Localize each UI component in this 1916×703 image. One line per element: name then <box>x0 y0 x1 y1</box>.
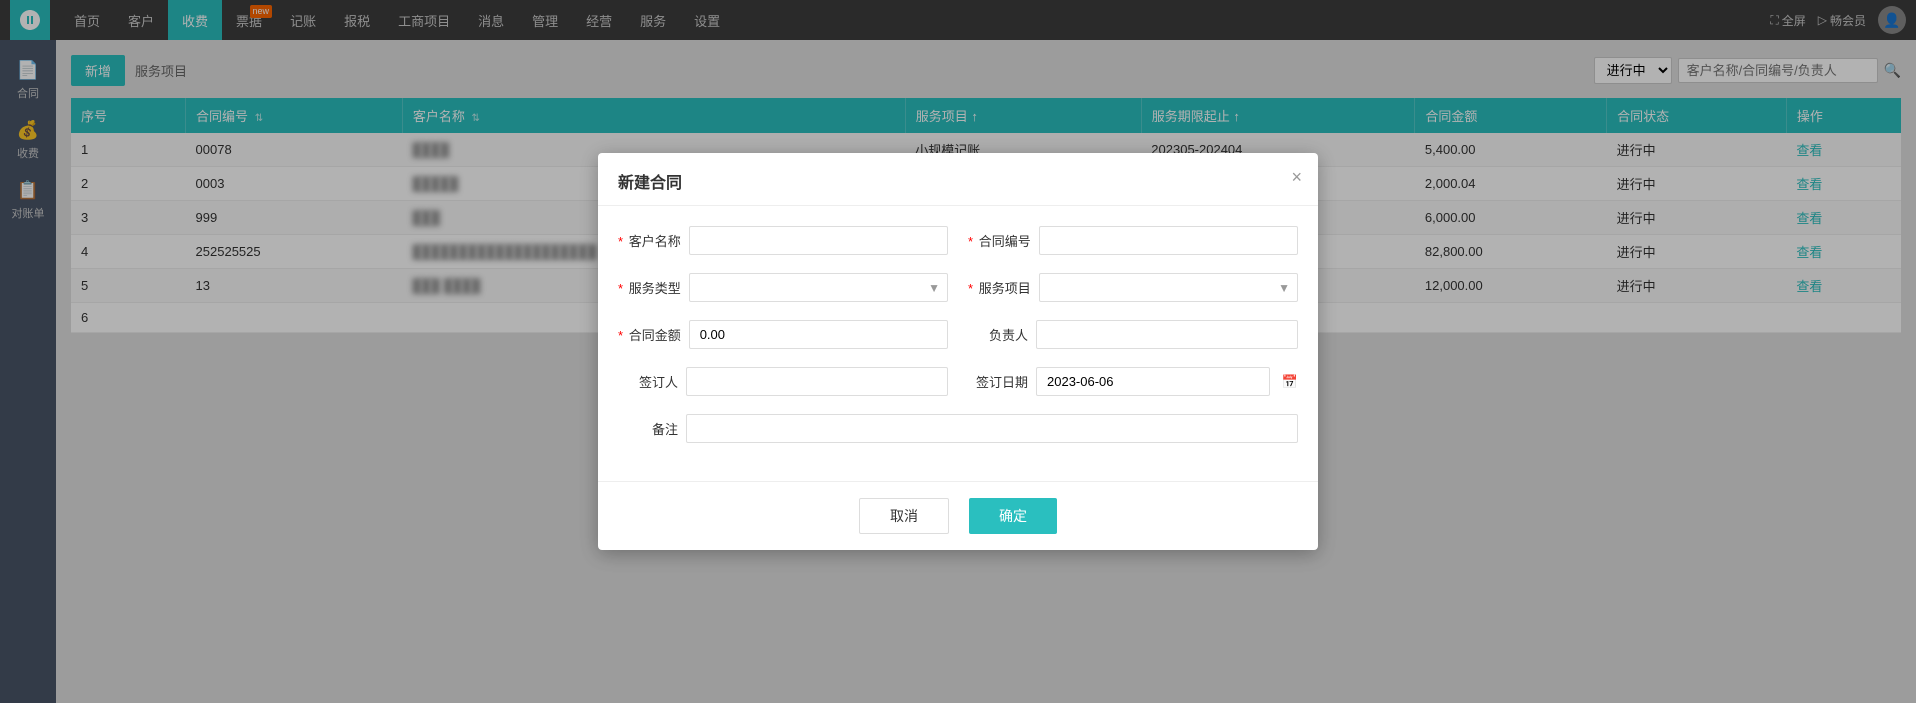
service-type-label: * 服务类型 <box>618 278 681 297</box>
signer-input[interactable] <box>686 367 948 396</box>
form-group-contract-no: * 合同编号 <box>968 226 1298 255</box>
customer-name-input[interactable] <box>689 226 948 255</box>
sign-date-label: 签订日期 <box>968 372 1028 391</box>
contract-no-label: * 合同编号 <box>968 231 1031 250</box>
form-group-responsible: 负责人 <box>968 320 1298 349</box>
required-star-2: * <box>968 234 973 249</box>
required-star-3: * <box>618 281 623 296</box>
remark-input[interactable] <box>686 414 1298 443</box>
service-type-select[interactable] <box>689 273 948 302</box>
form-row-5: 备注 <box>618 414 1298 443</box>
amount-input[interactable] <box>689 320 948 349</box>
amount-label: * 合同金额 <box>618 325 681 344</box>
new-contract-modal: 新建合同 × * 客户名称 * 合同编号 <box>598 153 1318 550</box>
service-item-label: * 服务项目 <box>968 278 1031 297</box>
form-row-2: * 服务类型 ▼ * 服务项目 <box>618 273 1298 302</box>
form-row-3: * 合同金额 负责人 <box>618 320 1298 349</box>
sign-date-input[interactable] <box>1036 367 1270 396</box>
service-item-select[interactable] <box>1039 273 1298 302</box>
customer-name-label: * 客户名称 <box>618 231 681 250</box>
modal-body: * 客户名称 * 合同编号 * <box>598 206 1318 481</box>
required-star-1: * <box>618 234 623 249</box>
required-star-4: * <box>968 281 973 296</box>
form-group-sign-date: 签订日期 📅 <box>968 367 1298 396</box>
modal-overlay: 新建合同 × * 客户名称 * 合同编号 <box>0 0 1916 703</box>
calendar-icon[interactable]: 📅 <box>1282 374 1298 390</box>
responsible-input[interactable] <box>1036 320 1298 349</box>
service-type-select-wrap: ▼ <box>689 273 948 302</box>
modal-header: 新建合同 × <box>598 153 1318 206</box>
responsible-label: 负责人 <box>968 325 1028 344</box>
remark-label: 备注 <box>618 419 678 438</box>
signer-label: 签订人 <box>618 372 678 391</box>
cancel-button[interactable]: 取消 <box>859 498 949 534</box>
form-group-service-item: * 服务项目 ▼ <box>968 273 1298 302</box>
confirm-button[interactable]: 确定 <box>969 498 1057 534</box>
form-group-customer: * 客户名称 <box>618 226 948 255</box>
form-group-service-type: * 服务类型 ▼ <box>618 273 948 302</box>
form-row-4: 签订人 签订日期 📅 <box>618 367 1298 396</box>
form-group-signer: 签订人 <box>618 367 948 396</box>
modal-close-button[interactable]: × <box>1291 167 1302 188</box>
modal-title: 新建合同 <box>618 175 682 192</box>
contract-no-input[interactable] <box>1039 226 1298 255</box>
form-group-amount: * 合同金额 <box>618 320 948 349</box>
form-row-1: * 客户名称 * 合同编号 <box>618 226 1298 255</box>
required-star-5: * <box>618 328 623 343</box>
service-item-select-wrap: ▼ <box>1039 273 1298 302</box>
form-group-remark: 备注 <box>618 414 1298 443</box>
modal-footer: 取消 确定 <box>598 481 1318 550</box>
